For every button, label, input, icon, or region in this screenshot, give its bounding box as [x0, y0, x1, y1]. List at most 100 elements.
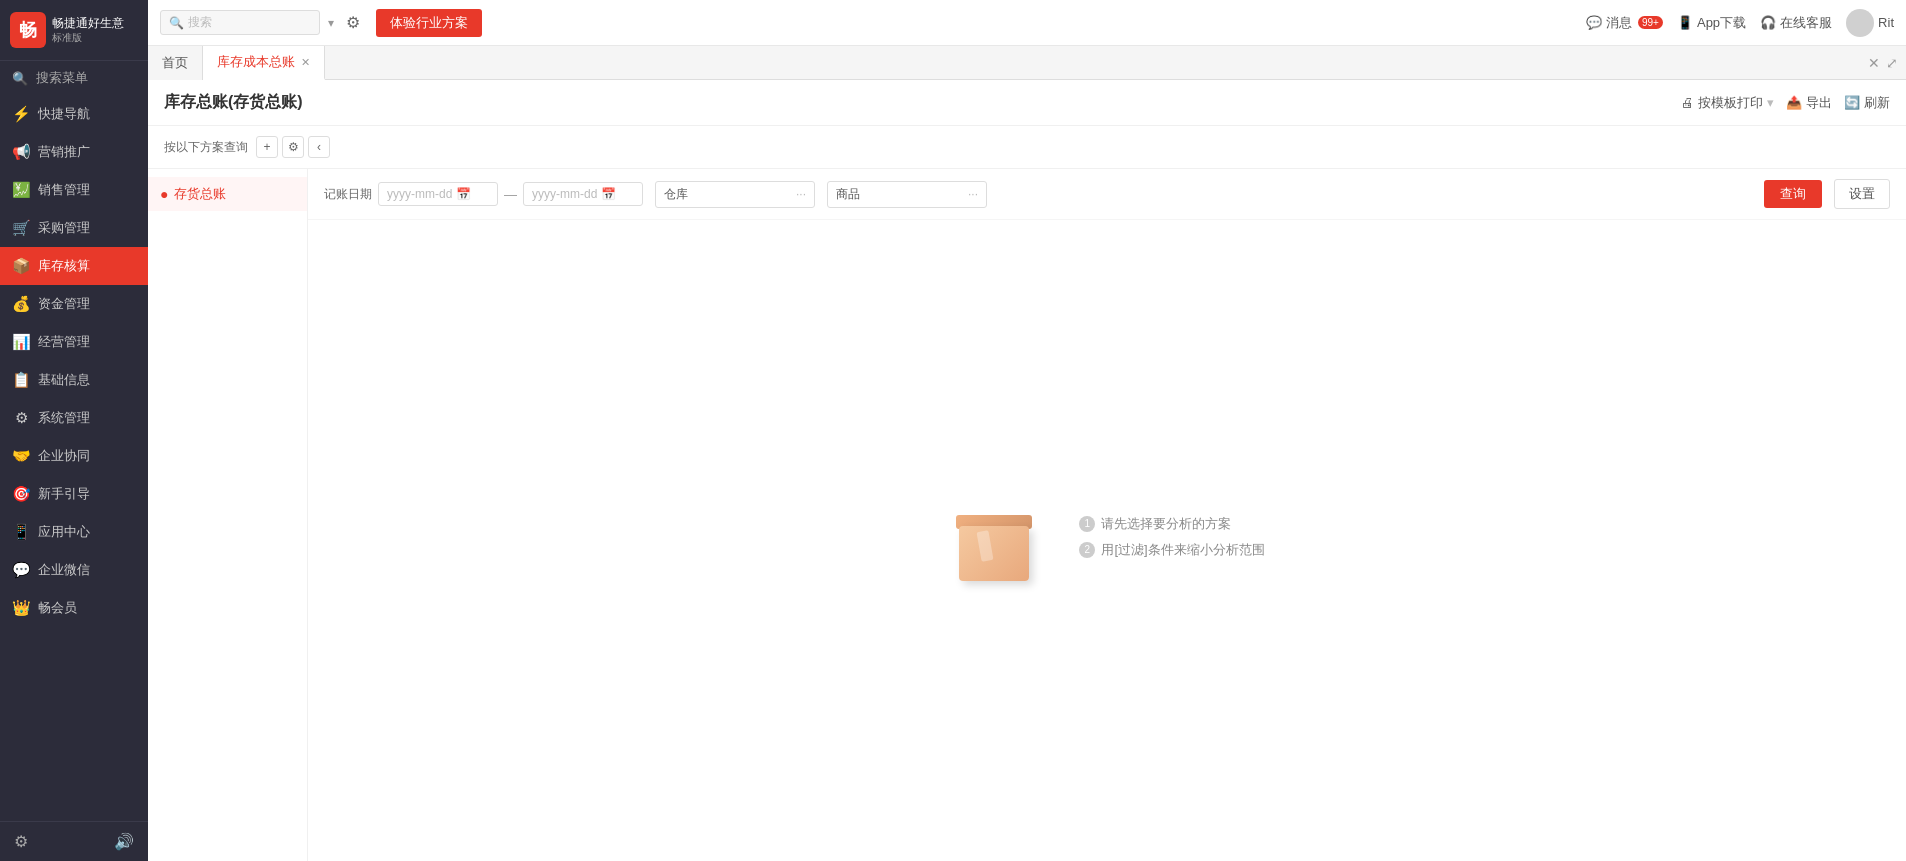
- export-btn[interactable]: 📤 导出: [1786, 94, 1832, 112]
- empty-step-2-label: 用[过滤]条件来缩小分析范围: [1101, 541, 1264, 559]
- tab-close-icon[interactable]: ✕: [301, 56, 310, 69]
- scheme-collapse-btn[interactable]: ‹: [308, 136, 330, 158]
- sidebar-item-operations[interactable]: 📊经营管理: [0, 323, 148, 361]
- online-service-btn[interactable]: 🎧 在线客服: [1760, 14, 1832, 32]
- goods-more-icon: ···: [968, 187, 978, 201]
- sidebar-item-enterprise[interactable]: 🤝 企业协同: [0, 437, 148, 475]
- nav-icon-marketing: 📢: [12, 143, 30, 161]
- print-chevron-icon: ▾: [1767, 95, 1774, 110]
- warehouse-filter[interactable]: 仓库 ···: [655, 181, 815, 208]
- goods-filter[interactable]: 商品 ···: [827, 181, 987, 208]
- step-2-num: 2: [1079, 542, 1095, 558]
- panel-expand-icon[interactable]: ⤢: [1886, 55, 1898, 71]
- user-name: Rit: [1878, 15, 1894, 30]
- tab-home[interactable]: 首页: [148, 46, 203, 80]
- filter-actions: + ⚙ ‹: [256, 136, 330, 158]
- tabbar: 首页 库存成本总账 ✕ ✕ ⤢: [148, 46, 1906, 80]
- sidebar-item-inventory[interactable]: 📦库存核算: [0, 247, 148, 285]
- topbar-chevron-icon[interactable]: ▾: [328, 16, 334, 30]
- nav-icon-enterprise: 🤝: [12, 447, 30, 465]
- empty-inner: 1 请先选择要分析的方案 2 用[过滤]条件来缩小分析范围: [949, 491, 1264, 591]
- date-start-input[interactable]: yyyy-mm-dd 📅: [378, 182, 498, 206]
- nav-label-member: 畅会员: [38, 599, 77, 617]
- panel-header-right: 🖨 按模板打印 ▾ 📤 导出 🔄 刷新: [1681, 94, 1890, 112]
- app-download-btn[interactable]: 📱 App下载: [1677, 14, 1746, 32]
- user-avatar-area[interactable]: Rit: [1846, 9, 1894, 37]
- nav-icon-finance: 💰: [12, 295, 30, 313]
- date-end-placeholder: yyyy-mm-dd: [532, 187, 597, 201]
- empty-text: 1 请先选择要分析的方案 2 用[过滤]条件来缩小分析范围: [1079, 515, 1264, 567]
- nav-label-basics: 基础信息: [38, 371, 90, 389]
- add-scheme-btn[interactable]: +: [256, 136, 278, 158]
- app-logo: 畅 畅捷通好生意 标准版: [0, 0, 148, 61]
- nav-icon-inventory: 📦: [12, 257, 30, 275]
- app-name: 畅捷通好生意 标准版: [52, 16, 124, 45]
- right-filter-area: 记账日期 yyyy-mm-dd 📅 — yyyy-mm-dd 📅: [308, 169, 1906, 861]
- sidebar-item-basics[interactable]: 📋基础信息: [0, 361, 148, 399]
- topbar-gear-icon[interactable]: ⚙: [346, 13, 360, 32]
- refresh-btn[interactable]: 🔄 刷新: [1844, 94, 1890, 112]
- sidebar-search-label: 搜索菜单: [36, 69, 88, 87]
- sidebar-item-marketing[interactable]: 📢营销推广: [0, 133, 148, 171]
- nav-label-system: 系统管理: [38, 409, 90, 427]
- export-icon: 📤: [1786, 95, 1802, 110]
- sidebar-item-quick-nav[interactable]: ⚡快捷导航: [0, 95, 148, 133]
- date-label: 记账日期: [324, 186, 372, 203]
- calendar-end-icon: 📅: [601, 187, 616, 201]
- nav-label-appcenter: 应用中心: [38, 523, 90, 541]
- sidebar-footer: ⚙ 🔊: [0, 821, 148, 861]
- box-body: [959, 526, 1029, 581]
- print-template-label: 按模板打印: [1698, 94, 1763, 112]
- app-download-label: App下载: [1697, 14, 1746, 32]
- topbar-search-box[interactable]: 🔍 搜索: [160, 10, 320, 35]
- message-icon: 💬: [1586, 15, 1602, 30]
- messages-label: 消息: [1606, 14, 1632, 32]
- refresh-label: 刷新: [1864, 94, 1890, 112]
- industry-btn[interactable]: 体验行业方案: [376, 9, 482, 37]
- tab-home-label: 首页: [162, 54, 188, 72]
- messages-badge: 99+: [1638, 16, 1663, 29]
- sidebar-item-system[interactable]: ⚙ 系统管理: [0, 399, 148, 437]
- logo-icon: 畅: [10, 12, 46, 48]
- sidebar-nav: ⚡快捷导航📢营销推广 💹 销售管理 🛒采购管理📦库存核算💰资金管理📊经营管理📋基础信息…: [0, 95, 148, 821]
- empty-step-2: 2 用[过滤]条件来缩小分析范围: [1079, 541, 1264, 559]
- nav-icon-sales: 💹: [12, 181, 30, 199]
- nav-icon-operations: 📊: [12, 333, 30, 351]
- nav-label-enterprise: 企业协同: [38, 447, 90, 465]
- sidebar-item-finance[interactable]: 💰资金管理: [0, 285, 148, 323]
- online-service-label: 在线客服: [1780, 14, 1832, 32]
- nav-icon-system: ⚙: [12, 409, 30, 427]
- sidebar-item-purchase[interactable]: 🛒采购管理: [0, 209, 148, 247]
- main-content: 🔍 搜索 ▾ ⚙ 体验行业方案 💬 消息 99+ 📱 App下载 🎧 在线客服: [148, 0, 1906, 861]
- scheme-item-stock-ledger[interactable]: ● 存货总账: [148, 177, 307, 211]
- nav-label-newbie: 新手引导: [38, 485, 90, 503]
- sidebar-item-newbie[interactable]: 🎯 新手引导: [0, 475, 148, 513]
- sidebar-item-member[interactable]: 👑畅会员: [0, 589, 148, 627]
- sidebar-item-appcenter[interactable]: 📱应用中心: [0, 513, 148, 551]
- date-start-placeholder: yyyy-mm-dd: [387, 187, 452, 201]
- nav-icon-newbie: 🎯: [12, 485, 30, 503]
- settings-btn[interactable]: 设置: [1834, 179, 1890, 209]
- search-btn[interactable]: 查询: [1764, 180, 1822, 208]
- app-download-icon: 📱: [1677, 15, 1693, 30]
- topbar-left: 🔍 搜索 ▾ ⚙ 体验行业方案: [160, 9, 1586, 37]
- messages-btn[interactable]: 💬 消息 99+: [1586, 14, 1663, 32]
- nav-label-purchase: 采购管理: [38, 219, 90, 237]
- print-template-btn[interactable]: 🖨 按模板打印 ▾: [1681, 94, 1774, 112]
- settings-icon[interactable]: ⚙: [14, 832, 28, 851]
- export-label: 导出: [1806, 94, 1832, 112]
- box-shine: [977, 530, 994, 562]
- sidebar-item-wechat[interactable]: 💬企业微信: [0, 551, 148, 589]
- sidebar-search[interactable]: 🔍 搜索菜单: [0, 61, 148, 95]
- warehouse-more-icon: ···: [796, 187, 806, 201]
- tab-inventory-ledger[interactable]: 库存成本总账 ✕: [203, 46, 325, 80]
- sidebar-item-sales[interactable]: 💹 销售管理: [0, 171, 148, 209]
- empty-step-1-label: 请先选择要分析的方案: [1101, 515, 1231, 533]
- panel-close-icon[interactable]: ✕: [1868, 55, 1880, 71]
- nav-label-sales: 销售管理: [38, 181, 90, 199]
- date-end-input[interactable]: yyyy-mm-dd 📅: [523, 182, 643, 206]
- scheme-settings-btn[interactable]: ⚙: [282, 136, 304, 158]
- step-1-num: 1: [1079, 516, 1095, 532]
- empty-state: 1 请先选择要分析的方案 2 用[过滤]条件来缩小分析范围: [308, 220, 1906, 861]
- audio-icon[interactable]: 🔊: [114, 832, 134, 851]
